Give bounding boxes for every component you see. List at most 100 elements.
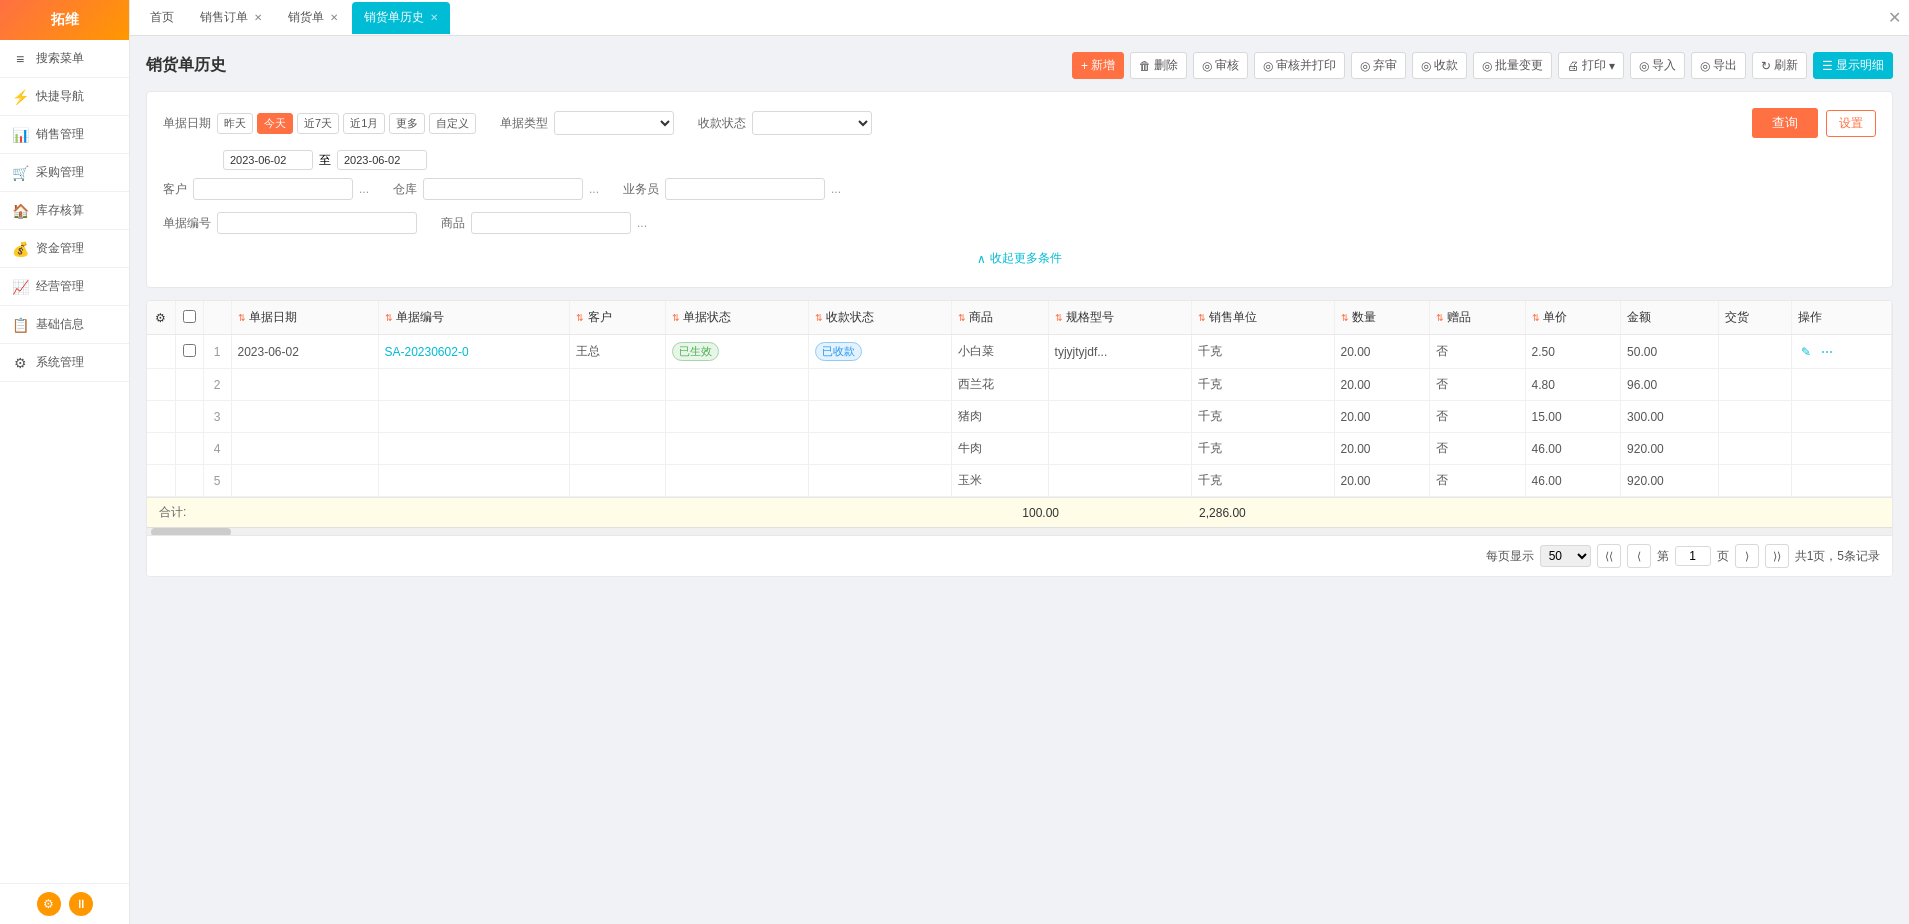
horizontal-scrollbar[interactable] [147, 527, 1892, 535]
base-info-icon: 📋 [12, 317, 28, 333]
add-button[interactable]: + 新增 [1072, 52, 1124, 79]
salesman-dots[interactable]: ... [831, 182, 841, 196]
filter-doc-type-item: 单据类型 [500, 111, 674, 135]
tab-close-sales-history[interactable]: ✕ [430, 12, 438, 23]
tab-bar-close[interactable]: ✕ [1888, 8, 1901, 27]
col-unit[interactable]: ⇅ 销售单位 [1191, 301, 1334, 335]
delete-button[interactable]: 🗑 删除 [1130, 52, 1187, 79]
total-label: 合计: [159, 504, 186, 521]
sidebar-item-operations[interactable]: 📈 经营管理 [0, 268, 129, 306]
payment-status-select[interactable] [752, 111, 872, 135]
salesman-input[interactable] [665, 178, 825, 200]
sidebar-item-label: 采购管理 [36, 164, 84, 181]
edit-link[interactable]: ✎ [1801, 345, 1811, 359]
sidebar-item-sys-mgmt[interactable]: ⚙ 系统管理 [0, 344, 129, 382]
filter-row-2: 客户 ... 仓库 ... 业务员 ... [163, 178, 1876, 200]
table-row: 2 西兰花 千克 20.00 否 4.80 96.00 [147, 369, 1892, 401]
filter-row-1: 单据日期 昨天 今天 近7天 近1月 更多 自定义 单据类型 [163, 108, 1876, 138]
first-page-btn[interactable]: ⟨⟨ [1597, 544, 1621, 568]
pagination: 每页显示 50 100 200 ⟨⟨ ⟨ 第 页 ⟩ ⟩⟩ 共1页，5条记录 [147, 535, 1892, 576]
filter-panel: 单据日期 昨天 今天 近7天 近1月 更多 自定义 单据类型 [146, 91, 1893, 288]
sidebar-pause-btn[interactable]: ⏸ [69, 892, 93, 916]
date-btn-1month[interactable]: 近1月 [343, 113, 385, 134]
audit-print-button[interactable]: ◎ 审核并打印 [1254, 52, 1345, 79]
payment-status-label: 收款状态 [698, 115, 746, 132]
col-customer[interactable]: ⇅ 客户 [570, 301, 666, 335]
col-spec[interactable]: ⇅ 规格型号 [1048, 301, 1191, 335]
print-button[interactable]: 🖨 打印 ▾ [1558, 52, 1624, 79]
collapse-button[interactable]: ∧ 收起更多条件 [163, 246, 1876, 271]
doc-no-input[interactable] [217, 212, 417, 234]
tab-sales-order[interactable]: 销售订单 ✕ [188, 2, 274, 34]
date-start-input[interactable] [223, 150, 313, 170]
row-checkbox[interactable] [183, 344, 196, 357]
date-btn-yesterday[interactable]: 昨天 [217, 113, 253, 134]
main-area: 首页 销售订单 ✕ 销货单 ✕ 销货单历史 ✕ ✕ 销货单历史 + 新增 [130, 0, 1909, 924]
prev-page-btn[interactable]: ⟨ [1627, 544, 1651, 568]
filter-payment-status-item: 收款状态 [698, 111, 872, 135]
sidebar-item-search-menu[interactable]: ≡ 搜索菜单 [0, 40, 129, 78]
date-btn-custom[interactable]: 自定义 [429, 113, 476, 134]
export-button[interactable]: ◎ 导出 [1691, 52, 1746, 79]
col-pay-status[interactable]: ⇅ 收款状态 [808, 301, 951, 335]
page-size-select[interactable]: 50 100 200 [1540, 545, 1591, 567]
tab-sales-history[interactable]: 销货单历史 ✕ [352, 2, 450, 34]
sidebar-item-label: 资金管理 [36, 240, 84, 257]
finance-icon: 💰 [12, 241, 28, 257]
col-doc-status[interactable]: ⇅ 单据状态 [665, 301, 808, 335]
col-doc-no[interactable]: ⇅ 单据编号 [378, 301, 570, 335]
collect-icon: ◎ [1421, 59, 1431, 73]
col-qty[interactable]: ⇅ 数量 [1334, 301, 1430, 335]
col-goods[interactable]: ⇅ 商品 [951, 301, 1048, 335]
warehouse-dots[interactable]: ... [589, 182, 599, 196]
sales-icon: 📊 [12, 127, 28, 143]
audit-button[interactable]: ◎ 审核 [1193, 52, 1248, 79]
table-row: 4 牛肉 千克 20.00 否 46.00 920.00 [147, 433, 1892, 465]
col-settings[interactable]: ⚙ [147, 301, 175, 335]
sidebar-item-inventory[interactable]: 🏠 库存核算 [0, 192, 129, 230]
settings-button[interactable]: 设置 [1826, 110, 1876, 137]
goods-input[interactable] [471, 212, 631, 234]
customer-dots[interactable]: ... [359, 182, 369, 196]
table-row: 1 2023-06-02 SA-20230602-0 王总 已生效 已收款 小白… [147, 335, 1892, 369]
table-header-row: ⚙ ⇅ 单据日期 ⇅ 单据编号 ⇅ 客户 ⇅ 单据状态 ⇅ 收款状态 ⇅ 商品 … [147, 301, 1892, 335]
collect-button[interactable]: ◎ 收款 [1412, 52, 1467, 79]
select-all-checkbox[interactable] [183, 310, 196, 323]
sidebar-item-base-info[interactable]: 📋 基础信息 [0, 306, 129, 344]
batch-change-button[interactable]: ◎ 批量变更 [1473, 52, 1552, 79]
tab-close-sales-delivery[interactable]: ✕ [330, 12, 338, 23]
show-detail-button[interactable]: ☰ 显示明细 [1813, 52, 1893, 79]
sidebar-item-sales-mgmt[interactable]: 📊 销售管理 [0, 116, 129, 154]
customer-input[interactable] [193, 178, 353, 200]
goods-dots[interactable]: ... [637, 216, 647, 230]
sidebar-item-quick-nav[interactable]: ⚡ 快捷导航 [0, 78, 129, 116]
date-btn-today[interactable]: 今天 [257, 113, 293, 134]
date-btn-more[interactable]: 更多 [389, 113, 425, 134]
warehouse-input[interactable] [423, 178, 583, 200]
last-page-btn[interactable]: ⟩⟩ [1765, 544, 1789, 568]
query-button[interactable]: 查询 [1752, 108, 1818, 138]
tab-close-sales-order[interactable]: ✕ [254, 12, 262, 23]
page-number-input[interactable] [1675, 546, 1711, 566]
doc-no-link[interactable]: SA-20230602-0 [385, 345, 469, 359]
import-button[interactable]: ◎ 导入 [1630, 52, 1685, 79]
refresh-button[interactable]: ↻ 刷新 [1752, 52, 1807, 79]
doc-type-select[interactable] [554, 111, 674, 135]
sidebar-settings-btn[interactable]: ⚙ [37, 892, 61, 916]
abandon-button[interactable]: ◎ 弃审 [1351, 52, 1406, 79]
abandon-icon: ◎ [1360, 59, 1370, 73]
next-page-btn[interactable]: ⟩ [1735, 544, 1759, 568]
tab-sales-delivery[interactable]: 销货单 ✕ [276, 2, 350, 34]
more-link[interactable]: ⋯ [1821, 345, 1833, 359]
col-doc-date[interactable]: ⇅ 单据日期 [231, 301, 378, 335]
sidebar-item-label: 系统管理 [36, 354, 84, 371]
col-unit-price[interactable]: ⇅ 单价 [1525, 301, 1621, 335]
sidebar-item-purchase-mgmt[interactable]: 🛒 采购管理 [0, 154, 129, 192]
date-end-input[interactable] [337, 150, 427, 170]
sidebar-item-finance[interactable]: 💰 资金管理 [0, 230, 129, 268]
date-btn-7days[interactable]: 近7天 [297, 113, 339, 134]
app-logo: 拓维 [0, 0, 129, 40]
tab-home[interactable]: 首页 [138, 2, 186, 34]
col-gift[interactable]: ⇅ 赠品 [1430, 301, 1526, 335]
page-title: 销货单历史 [146, 55, 226, 76]
